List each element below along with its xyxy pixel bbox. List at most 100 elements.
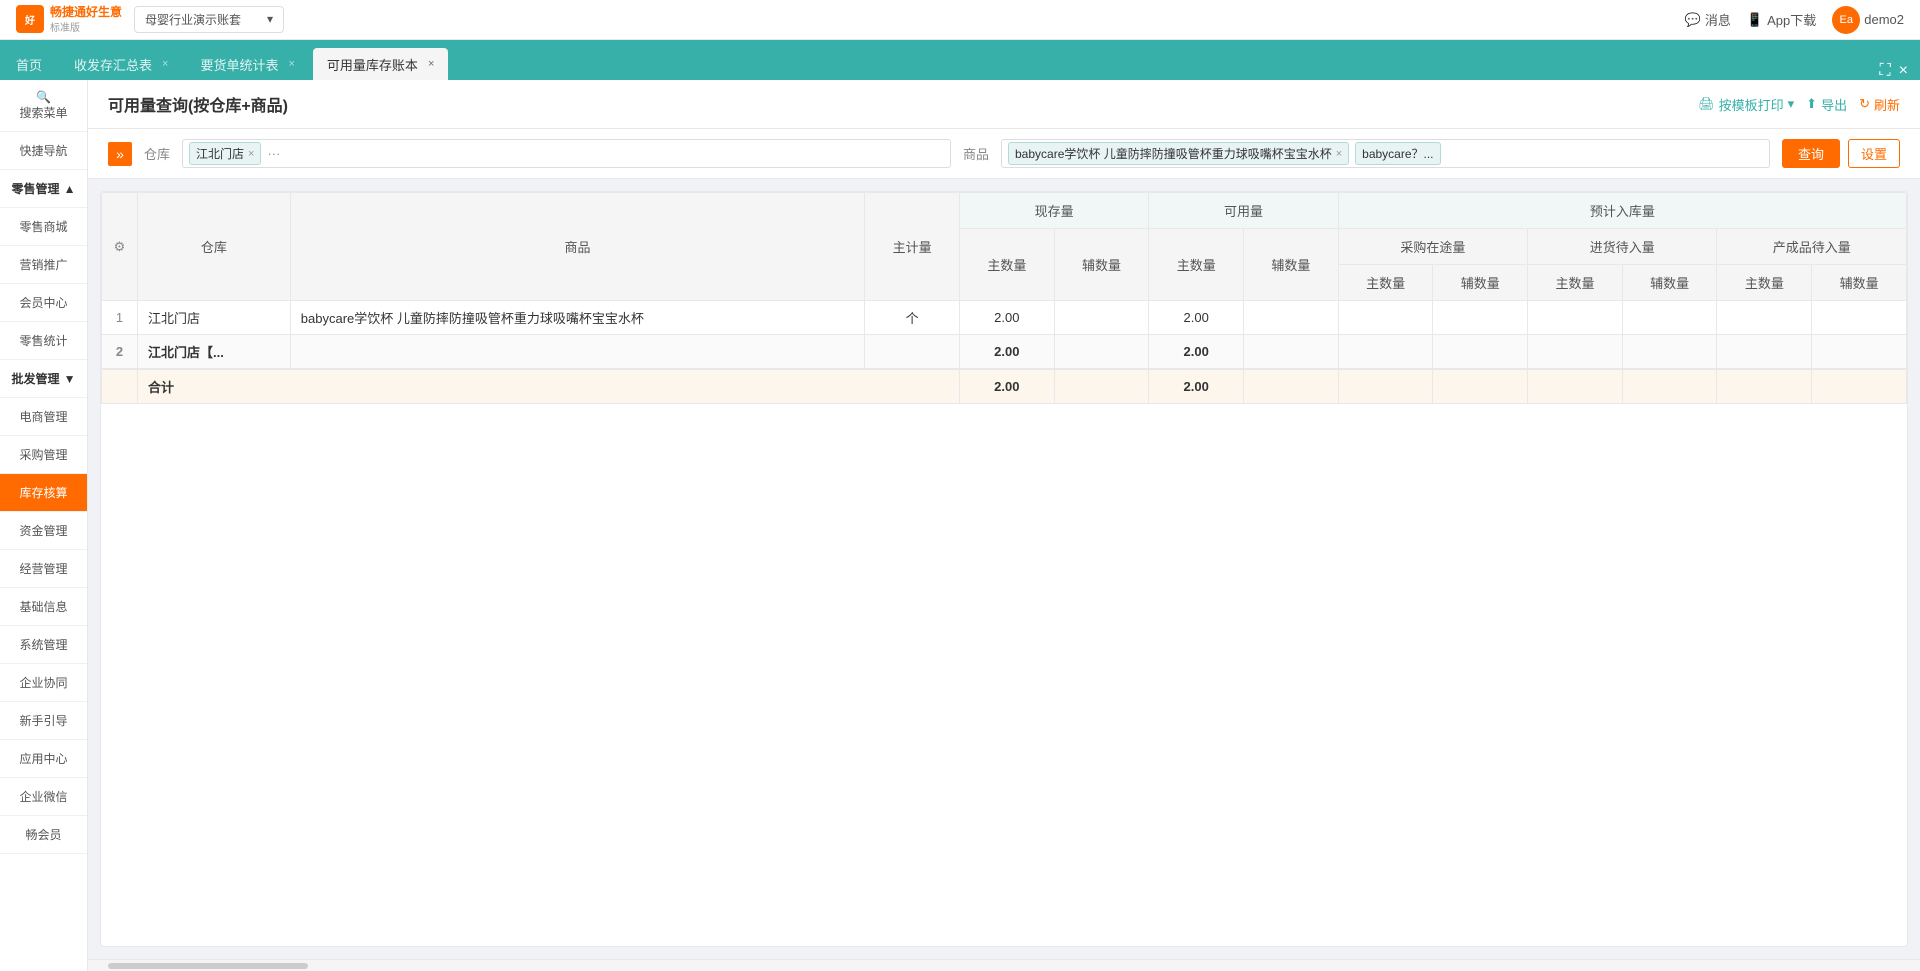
top-bar-left: 好 畅捷通好生意 标准版 母婴行业演示账套 ▾ <box>16 5 284 34</box>
tab-receive-send-close[interactable]: × <box>162 58 168 70</box>
tab-demand-close[interactable]: × <box>288 58 294 70</box>
sidebar-item-enterprise-wechat[interactable]: 企业微信 <box>0 778 87 816</box>
sidebar-item-new-guide[interactable]: 新手引导 <box>0 702 87 740</box>
table-footer-row: 合计 2.00 2.00 <box>102 369 1907 404</box>
sidebar-item-member-center[interactable]: 会员中心 <box>0 284 87 322</box>
sidebar-item-operations-mgmt[interactable]: 经营管理 <box>0 550 87 588</box>
table-row: 1 江北门店 babycare学饮杯 儿童防摔防撞吸管杯重力球吸嘴杯宝宝水杯 个… <box>102 301 1907 335</box>
sidebar-item-finance-mgmt[interactable]: 资金管理 <box>0 512 87 550</box>
fullscreen-icon[interactable]: ⛶ <box>1879 62 1890 80</box>
sidebar-item-basic-info[interactable]: 基础信息 <box>0 588 87 626</box>
query-button[interactable]: 查询 <box>1782 139 1840 168</box>
row1-incoming-aux <box>1622 301 1717 335</box>
print-btn[interactable]: 🖨 按模板打印 ▾ <box>1698 95 1794 114</box>
sidebar-enterprise-collab-label: 企业协同 <box>19 674 67 691</box>
filter-toggle-btn[interactable]: » <box>108 142 132 166</box>
sidebar-retail-stats-label: 零售统计 <box>19 332 67 349</box>
row2-unit <box>865 335 960 370</box>
scroll-thumb[interactable] <box>108 963 308 969</box>
row2-purchase-main <box>1338 335 1433 370</box>
row1-warehouse: 江北门店 <box>138 301 291 335</box>
page-header: 可用量查询(按仓库+商品) 🖨 按模板打印 ▾ ⬆ 导出 ↻ 刷新 <box>88 80 1920 129</box>
th-stock-aux: 辅数量 <box>1054 229 1149 301</box>
sidebar-quick-nav[interactable]: 快捷导航 <box>0 132 87 170</box>
th-available-group: 可用量 <box>1149 193 1338 229</box>
row2-product <box>290 335 865 370</box>
product-tag-area[interactable]: babycare学饮杯 儿童防摔防撞吸管杯重力球吸嘴杯宝宝水杯 × babyca… <box>1001 139 1770 168</box>
footer-label: 合计 <box>138 369 960 404</box>
product-tag-1[interactable]: babycare？... <box>1355 142 1440 165</box>
sidebar-ecommerce-label: 电商管理 <box>19 408 67 425</box>
avatar-initials: Ea <box>1840 14 1853 26</box>
warehouse-filter-label: 仓库 <box>144 144 170 163</box>
row1-stock-main: 2.00 <box>959 301 1054 335</box>
footer-purchase-main <box>1338 369 1433 404</box>
sidebar-item-system-mgmt[interactable]: 系统管理 <box>0 626 87 664</box>
tab-receive-send[interactable]: 收发存汇总表 × <box>60 48 182 80</box>
sidebar-retail-mgmt-label: 零售管理 <box>12 180 60 197</box>
sidebar-item-retail-mgmt[interactable]: 零售管理 ▲ <box>0 170 87 208</box>
logo-text: 畅捷通好生意 <box>50 5 122 19</box>
export-btn[interactable]: ⬆ 导出 <box>1806 95 1847 114</box>
footer-incoming-main <box>1528 369 1623 404</box>
sidebar-item-inventory-check[interactable]: 库存核算 <box>0 474 87 512</box>
footer-stock-main: 2.00 <box>959 369 1054 404</box>
tab-home[interactable]: 首页 <box>2 48 56 80</box>
logo-sub: 标准版 <box>50 19 122 34</box>
user-area[interactable]: Ea demo2 <box>1832 6 1904 34</box>
app-download-label: App下载 <box>1767 10 1816 29</box>
sidebar-new-guide-label: 新手引导 <box>19 712 67 729</box>
settings-gear-icon[interactable]: ⚙ <box>114 239 126 254</box>
refresh-btn[interactable]: ↻ 刷新 <box>1859 95 1900 114</box>
logo-area: 好 畅捷通好生意 标准版 <box>16 5 122 34</box>
row2-stock-main: 2.00 <box>959 335 1054 370</box>
sidebar-item-purchase-mgmt[interactable]: 采购管理 <box>0 436 87 474</box>
warehouse-more-dots[interactable]: ··· <box>267 146 280 161</box>
product-tag-0[interactable]: babycare学饮杯 儿童防摔防撞吸管杯重力球吸嘴杯宝宝水杯 × <box>1008 142 1349 165</box>
sidebar-item-enterprise-collab[interactable]: 企业协同 <box>0 664 87 702</box>
settings-button[interactable]: 设置 <box>1848 139 1900 168</box>
product-filter-label: 商品 <box>963 144 989 163</box>
sidebar-item-member[interactable]: 畅会员 <box>0 816 87 854</box>
sidebar-operations-mgmt-label: 经营管理 <box>19 560 67 577</box>
row1-purchase-aux <box>1433 301 1528 335</box>
sidebar-retail-mall-label: 零售商城 <box>19 218 67 235</box>
warehouse-tag-close-icon[interactable]: × <box>248 148 254 160</box>
row2-production-aux <box>1812 335 1907 370</box>
row2-purchase-aux <box>1433 335 1528 370</box>
row1-stock-aux <box>1054 301 1149 335</box>
sidebar-item-retail-mall[interactable]: 零售商城 <box>0 208 87 246</box>
close-all-icon[interactable]: × <box>1899 62 1908 80</box>
sidebar-search[interactable]: 🔍 搜索菜单 <box>0 80 87 132</box>
th-production-pending: 产成品待入量 <box>1717 229 1907 265</box>
bottom-scroll <box>88 959 1920 971</box>
warehouse-tag-area[interactable]: 江北门店 × ··· <box>182 139 951 168</box>
th-purchase-main: 主数量 <box>1338 265 1433 301</box>
industry-selector[interactable]: 母婴行业演示账套 ▾ <box>134 6 284 33</box>
logo-icon: 好 <box>16 5 44 33</box>
th-incoming-pending: 进货待入量 <box>1528 229 1717 265</box>
logo-text-group: 畅捷通好生意 标准版 <box>50 5 122 34</box>
th-product: 商品 <box>290 193 865 301</box>
footer-empty <box>102 369 138 404</box>
print-label: 按模板打印 <box>1719 95 1784 114</box>
footer-available-main: 2.00 <box>1149 369 1244 404</box>
app-download-btn[interactable]: 📱 App下载 <box>1747 10 1816 29</box>
sidebar-quick-nav-label: 快捷导航 <box>19 144 67 158</box>
row1-available-aux <box>1244 301 1339 335</box>
sidebar-item-retail-stats[interactable]: 零售统计 <box>0 322 87 360</box>
tab-available-inventory-close[interactable]: × <box>428 58 434 70</box>
message-btn[interactable]: 💬 消息 <box>1685 10 1731 29</box>
tab-available-inventory[interactable]: 可用量库存账本 × <box>313 48 448 80</box>
sidebar-item-wholesale-mgmt[interactable]: 批发管理 ▼ <box>0 360 87 398</box>
product-tag-0-close[interactable]: × <box>1336 148 1342 160</box>
sidebar-item-marketing[interactable]: 营销推广 <box>0 246 87 284</box>
th-check: ⚙ <box>102 193 138 301</box>
sidebar: 🔍 搜索菜单 快捷导航 零售管理 ▲ 零售商城 营销推广 会员中心 零售统计 批… <box>0 80 88 971</box>
sidebar-item-app-center[interactable]: 应用中心 <box>0 740 87 778</box>
sidebar-item-ecommerce-mgmt[interactable]: 电商管理 <box>0 398 87 436</box>
footer-production-main <box>1717 369 1812 404</box>
warehouse-tag-0[interactable]: 江北门店 × <box>189 142 261 165</box>
tab-demand[interactable]: 要货单统计表 × <box>186 48 308 80</box>
warehouse-tag-text: 江北门店 <box>196 145 244 162</box>
